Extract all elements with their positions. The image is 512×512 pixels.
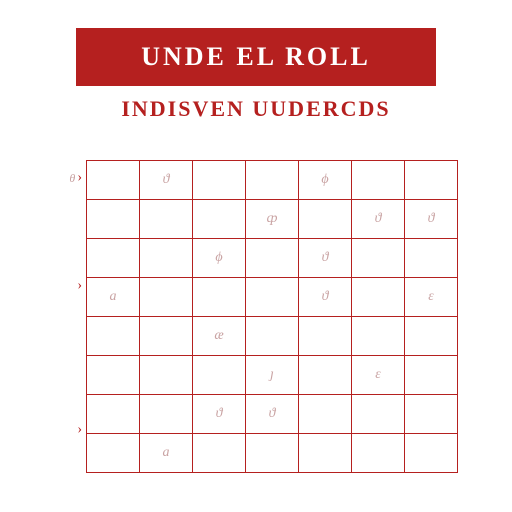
grid-cell xyxy=(352,161,405,200)
table-row: æ xyxy=(87,317,458,356)
grid-cell xyxy=(299,200,352,239)
row-marker-2: › xyxy=(56,268,82,304)
grid-cell xyxy=(87,434,140,473)
row-marker-1: θ › xyxy=(56,160,82,196)
title-banner: UNDE EL ROLL xyxy=(76,28,436,86)
subtitle-text: INDISVEN UUDERCDS xyxy=(40,96,472,122)
table-row: aϑε xyxy=(87,278,458,317)
grid-cell: a xyxy=(140,434,193,473)
grid-cell xyxy=(246,161,299,200)
grid-cell xyxy=(299,434,352,473)
grid-cell xyxy=(352,395,405,434)
grid-cell xyxy=(140,317,193,356)
grid-cell xyxy=(405,356,458,395)
grid-cell xyxy=(140,278,193,317)
grid-cell xyxy=(352,278,405,317)
grid-cell: ϑ xyxy=(140,161,193,200)
table-row: a xyxy=(87,434,458,473)
grid-cell xyxy=(299,317,352,356)
grid-cell xyxy=(352,434,405,473)
grid-cell xyxy=(405,239,458,278)
grid-cell: ϑ xyxy=(352,200,405,239)
grid-cell xyxy=(246,317,299,356)
table-row: ȷε xyxy=(87,356,458,395)
grid-cell xyxy=(193,161,246,200)
arrow-icon: › xyxy=(77,279,82,293)
table-row: ȹ ϑϑ xyxy=(87,200,458,239)
grid-cell xyxy=(193,200,246,239)
grid-cell xyxy=(87,200,140,239)
grid-cell: ε xyxy=(405,278,458,317)
grid-cell: ϑ xyxy=(246,395,299,434)
data-grid: ϑϕȹϑϑϕϑaϑεæȷεϑϑa xyxy=(86,160,458,473)
grid-cell: ϕ xyxy=(299,161,352,200)
grid-cell xyxy=(140,356,193,395)
grid-cell: ȷ xyxy=(246,356,299,395)
grid-cell: ϑ xyxy=(299,239,352,278)
grid-cell xyxy=(140,395,193,434)
grid-cell xyxy=(405,434,458,473)
grid-cell xyxy=(352,317,405,356)
grid-cell xyxy=(193,278,246,317)
row-marker-char: θ xyxy=(69,171,75,186)
grid-cell xyxy=(87,356,140,395)
title-text: UNDE EL ROLL xyxy=(141,42,371,71)
grid-cell: æ xyxy=(193,317,246,356)
grid-cell xyxy=(405,317,458,356)
grid-cell xyxy=(246,434,299,473)
table-row: ϕϑ xyxy=(87,239,458,278)
grid-container: θ › › › ϑϕȹϑϑϕϑaϑεæȷεϑϑa xyxy=(86,160,458,473)
page: UNDE EL ROLL INDISVEN UUDERCDS θ › › › ϑ… xyxy=(0,0,512,512)
grid-cell: ϑ xyxy=(405,200,458,239)
grid-cell: a xyxy=(87,278,140,317)
grid-cell xyxy=(246,239,299,278)
grid-cell xyxy=(193,434,246,473)
grid-cell xyxy=(87,161,140,200)
grid-cell xyxy=(193,356,246,395)
grid-cell: ϕ xyxy=(193,239,246,278)
grid-cell: ε xyxy=(352,356,405,395)
grid-cell xyxy=(352,239,405,278)
grid-cell xyxy=(87,239,140,278)
grid-cell xyxy=(405,161,458,200)
row-marker-3: › xyxy=(56,412,82,448)
grid-cell xyxy=(87,317,140,356)
grid-cell xyxy=(246,278,299,317)
grid-cell xyxy=(299,356,352,395)
table-row: ϑϕ xyxy=(87,161,458,200)
grid-cell xyxy=(87,395,140,434)
grid-cell: ϑ xyxy=(193,395,246,434)
grid-cell xyxy=(140,200,193,239)
grid-cell: ϑ xyxy=(299,278,352,317)
arrow-icon: › xyxy=(77,171,82,185)
table-row: ϑϑ xyxy=(87,395,458,434)
grid-cell: ȹ xyxy=(246,200,299,239)
grid-cell xyxy=(405,395,458,434)
grid-cell xyxy=(299,395,352,434)
grid-cell xyxy=(140,239,193,278)
arrow-icon: › xyxy=(77,423,82,437)
